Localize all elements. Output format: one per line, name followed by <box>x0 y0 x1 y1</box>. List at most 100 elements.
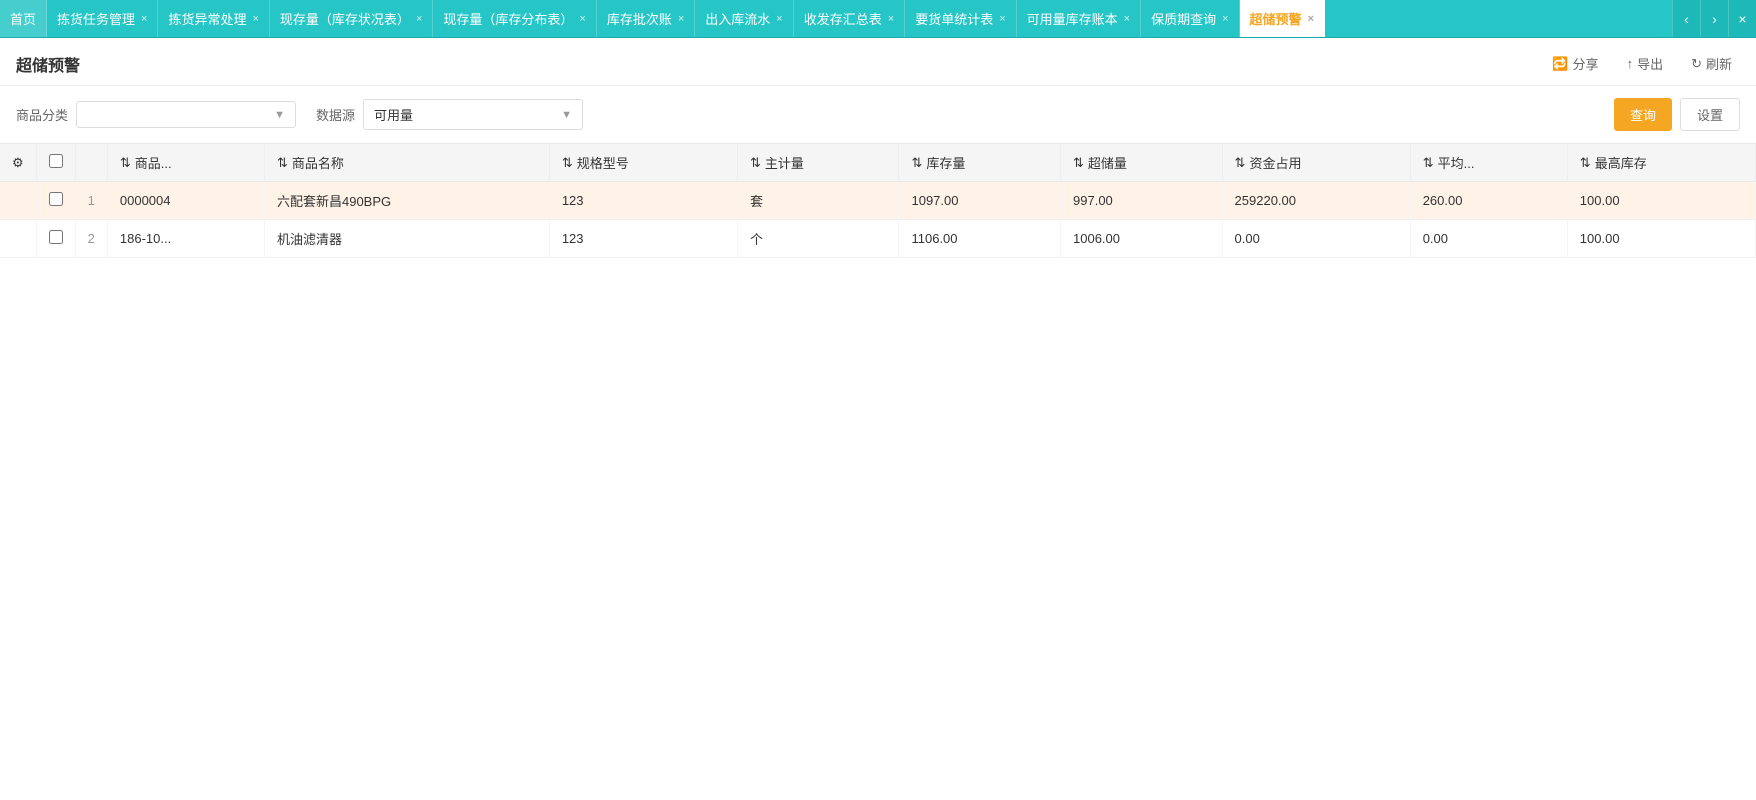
chevron-down-icon: ▼ <box>274 109 285 121</box>
sort-icon-avg: ⇅ <box>1423 155 1434 171</box>
share-button[interactable]: 🔁 分享 <box>1544 50 1606 77</box>
query-button[interactable]: 查询 <box>1614 98 1672 131</box>
nav-close-icon[interactable]: × <box>416 13 422 25</box>
table-row: 1 0000004 六配套新昌490BPG 123 套 1097.00 997.… <box>0 182 1756 220</box>
row-number: 2 <box>75 220 107 258</box>
sort-icon-stock: ⇅ <box>911 155 922 171</box>
refresh-button[interactable]: ↻ 刷新 <box>1683 50 1740 77</box>
settings-icon: ⚙ <box>12 155 24 171</box>
setting-button[interactable]: 设置 <box>1680 98 1740 131</box>
sort-icon-over-stock: ⇅ <box>1073 155 1084 171</box>
sort-icon-capital: ⇅ <box>1235 155 1246 171</box>
nav-close-icon[interactable]: × <box>1308 13 1314 25</box>
sort-icon-product-name: ⇅ <box>277 155 288 171</box>
nav-item------[interactable]: 保质期查询× <box>1141 0 1239 37</box>
avg-col-header[interactable]: ⇅ 平均... <box>1410 144 1567 182</box>
product-name-col-header[interactable]: ⇅ 商品名称 <box>264 144 549 182</box>
row-settings-cell <box>0 220 36 258</box>
nav-item--------[interactable]: 可用量库存账本× <box>1017 0 1141 37</box>
max-stock-cell: 100.00 <box>1567 220 1755 258</box>
avg-cell: 260.00 <box>1410 182 1567 220</box>
share-icon: 🔁 <box>1552 56 1568 72</box>
nav-close-icon[interactable]: × <box>678 13 684 25</box>
unit-col-header[interactable]: ⇅ 主计量 <box>737 144 899 182</box>
sort-icon-spec: ⇅ <box>562 155 573 171</box>
table-container: ⚙ ⇅ 商品... ⇅ <box>0 144 1756 258</box>
nav-close-icon[interactable]: × <box>252 13 258 25</box>
nav-arrow-right[interactable]: › <box>1700 0 1728 37</box>
top-navigation: 首页拣货任务管理×拣货异常处理×现存量（库存状况表）×现存量（库存分布表）×库存… <box>0 0 1756 38</box>
table-header: ⚙ ⇅ 商品... ⇅ <box>0 144 1756 182</box>
row-checkbox[interactable] <box>49 230 63 244</box>
nav-close-icon[interactable]: × <box>1222 13 1228 25</box>
capital-cell: 259220.00 <box>1222 182 1410 220</box>
row-num-col-header <box>75 144 107 182</box>
nav-item-----------[interactable]: 现存量（库存分布表）× <box>433 0 596 37</box>
product-name-cell: 机油滤清器 <box>264 220 549 258</box>
nav-item------[interactable]: 库存批次账× <box>597 0 695 37</box>
nav-close-icon[interactable]: × <box>579 13 585 25</box>
nav-item---[interactable]: 首页 <box>0 0 47 37</box>
row-checkbox-cell[interactable] <box>36 220 75 258</box>
product-code-cell: 0000004 <box>107 182 264 220</box>
unit-cell: 套 <box>737 182 899 220</box>
product-category-value <box>87 107 91 122</box>
sort-icon-max-stock: ⇅ <box>1580 155 1591 171</box>
select-all-checkbox[interactable] <box>49 154 63 168</box>
nav-item-------[interactable]: 收发存汇总表× <box>794 0 905 37</box>
data-source-value: 可用量 <box>374 105 413 124</box>
stock-cell: 1106.00 <box>899 220 1061 258</box>
data-source-select[interactable]: 可用量 ▼ <box>363 99 583 130</box>
data-table: ⚙ ⇅ 商品... ⇅ <box>0 144 1756 258</box>
nav-item-------[interactable]: 要货单统计表× <box>905 0 1016 37</box>
row-checkbox[interactable] <box>49 192 63 206</box>
product-code-cell: 186-10... <box>107 220 264 258</box>
filter-area: 商品分类 ▼ 数据源 可用量 ▼ 查询 设置 <box>0 86 1756 143</box>
stock-cell: 1097.00 <box>899 182 1061 220</box>
table-body: 1 0000004 六配套新昌490BPG 123 套 1097.00 997.… <box>0 182 1756 258</box>
over-stock-cell: 1006.00 <box>1061 220 1223 258</box>
export-button[interactable]: ↑ 导出 <box>1619 50 1672 77</box>
nav-item-------[interactable]: 拣货异常处理× <box>158 0 269 37</box>
stock-col-header[interactable]: ⇅ 库存量 <box>899 144 1061 182</box>
table-row: 2 186-10... 机油滤清器 123 个 1106.00 1006.00 … <box>0 220 1756 258</box>
checkbox-col-header[interactable] <box>36 144 75 182</box>
nav-item-------[interactable]: 拣货任务管理× <box>47 0 158 37</box>
nav-item------[interactable]: 出入库流水× <box>695 0 793 37</box>
nav-item-----[interactable]: 超储预警× <box>1240 0 1325 37</box>
nav-close-icon[interactable]: × <box>776 13 782 25</box>
over-stock-col-header[interactable]: ⇅ 超储量 <box>1061 144 1223 182</box>
avg-cell: 0.00 <box>1410 220 1567 258</box>
export-icon: ↑ <box>1627 56 1634 71</box>
spec-col-header[interactable]: ⇅ 规格型号 <box>549 144 737 182</box>
chevron-down-icon2: ▼ <box>561 109 572 121</box>
header-actions: 🔁 分享 ↑ 导出 ↻ 刷新 <box>1544 50 1740 77</box>
data-source-filter: 数据源 可用量 ▼ <box>316 99 583 130</box>
nav-close-icon[interactable]: × <box>141 13 147 25</box>
nav-arrow-close[interactable]: × <box>1728 0 1756 37</box>
spec-cell: 123 <box>549 220 737 258</box>
nav-arrow-left[interactable]: ‹ <box>1672 0 1700 37</box>
sort-icon-unit: ⇅ <box>750 155 761 171</box>
nav-arrows: ‹ › × <box>1672 0 1756 37</box>
settings-col-header[interactable]: ⚙ <box>0 144 36 182</box>
nav-close-icon[interactable]: × <box>888 13 894 25</box>
capital-col-header[interactable]: ⇅ 资金占用 <box>1222 144 1410 182</box>
filter-actions: 查询 设置 <box>1614 98 1740 131</box>
row-number: 1 <box>75 182 107 220</box>
product-code-col-header[interactable]: ⇅ 商品... <box>107 144 264 182</box>
max-stock-cell: 100.00 <box>1567 182 1755 220</box>
product-category-filter: 商品分类 ▼ <box>16 101 296 128</box>
unit-cell: 个 <box>737 220 899 258</box>
nav-close-icon[interactable]: × <box>1124 13 1130 25</box>
page-header: 超储预警 🔁 分享 ↑ 导出 ↻ 刷新 <box>0 38 1756 86</box>
product-category-select[interactable]: ▼ <box>76 101 296 128</box>
nav-item-----------[interactable]: 现存量（库存状况表）× <box>270 0 433 37</box>
sort-icon-product-code: ⇅ <box>120 155 131 171</box>
row-checkbox-cell[interactable] <box>36 182 75 220</box>
refresh-icon: ↻ <box>1691 56 1702 72</box>
nav-close-icon[interactable]: × <box>999 13 1005 25</box>
capital-cell: 0.00 <box>1222 220 1410 258</box>
over-stock-cell: 997.00 <box>1061 182 1223 220</box>
max-stock-col-header[interactable]: ⇅ 最高库存 <box>1567 144 1755 182</box>
